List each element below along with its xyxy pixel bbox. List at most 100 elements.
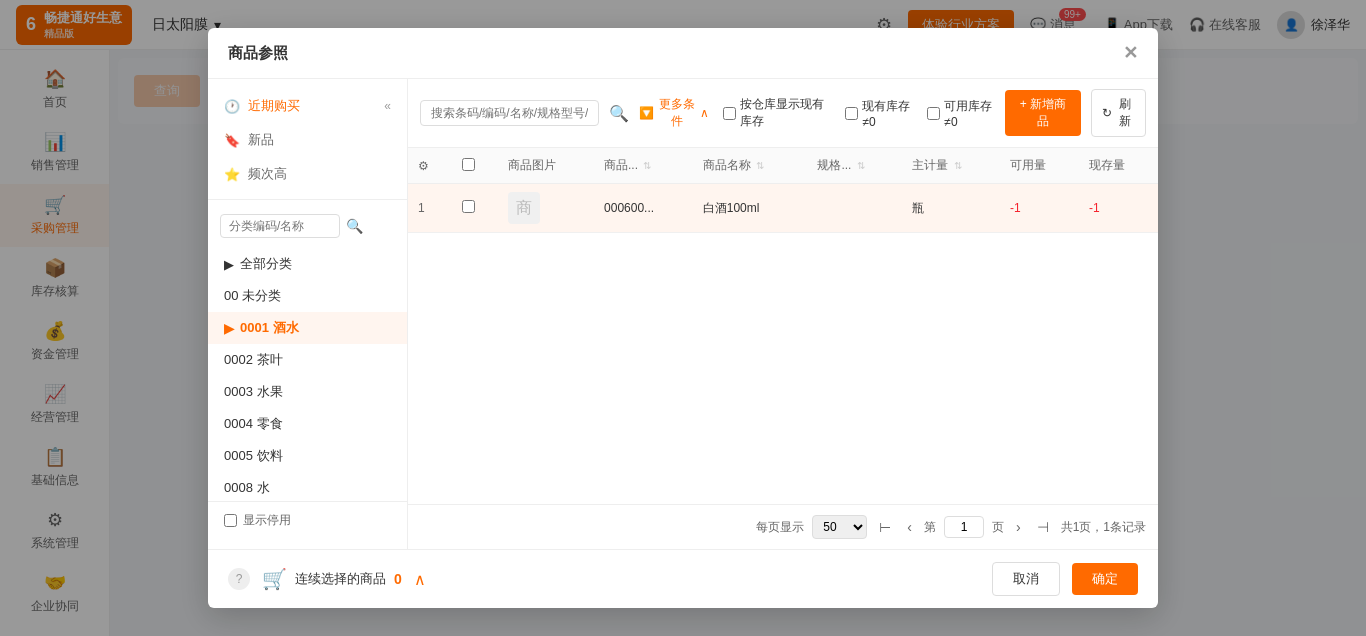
filter-checkboxes: 按仓库显示现有库存 现有库存≠0 可用库存≠0	[723, 96, 995, 130]
row-stock-cell: -1	[1079, 184, 1158, 233]
tree-label-0005: 0005 饮料	[224, 447, 283, 465]
category-search-icon[interactable]: 🔍	[346, 218, 363, 234]
page-label-end: 页	[992, 519, 1004, 536]
select-all-checkbox[interactable]	[462, 158, 475, 171]
col-stock: 现存量	[1079, 148, 1158, 184]
left-nav-frequent[interactable]: ⭐ 频次高	[208, 157, 407, 191]
table-row[interactable]: 1 商 000600... 白酒100ml 瓶	[408, 184, 1158, 233]
product-unit: 瓶	[912, 201, 924, 215]
modal-body: 🕐 近期购买 « 🔖 新品 ⭐ 频次高	[208, 79, 1158, 549]
filter-chevron-icon: ∧	[700, 106, 709, 120]
product-name: 白酒100ml	[703, 201, 760, 215]
category-search-input[interactable]	[220, 214, 340, 238]
product-code: 000600...	[604, 201, 654, 215]
refresh-btn-label: 刷新	[1116, 96, 1135, 130]
cancel-button[interactable]: 取消	[992, 562, 1060, 596]
left-nav-recent-label: 近期购买	[248, 97, 300, 115]
sort-icon-name: ⇅	[756, 160, 764, 171]
row-checkbox[interactable]	[462, 200, 475, 213]
row-check-cell[interactable]	[452, 184, 499, 233]
col-available: 可用量	[1000, 148, 1079, 184]
tree-label-all: 全部分类	[240, 255, 292, 273]
row-spec-cell	[807, 184, 902, 233]
product-search-input[interactable]	[420, 100, 599, 126]
display-disabled-checkbox[interactable]	[224, 514, 237, 527]
tree-item-0001[interactable]: ▶ 0001 酒水	[208, 312, 407, 344]
tree-item-0003[interactable]: 0003 水果	[208, 376, 407, 408]
col-spec-label: 规格...	[817, 158, 851, 172]
left-nav-new-label: 新品	[248, 131, 274, 149]
sort-icon-spec: ⇅	[857, 160, 865, 171]
divider	[208, 199, 407, 200]
filter-button[interactable]: 🔽 更多条件 ∧	[639, 96, 709, 130]
tree-arrow-all: ▶	[224, 257, 234, 272]
check-warehouse-input[interactable]	[723, 107, 736, 120]
first-page-btn[interactable]: ⊢	[875, 517, 895, 537]
pagination: 每页显示 50 10 20 100 ⊢ ‹ 第 页	[408, 504, 1158, 549]
cart-icon[interactable]: 🛒	[262, 567, 287, 591]
tree-item-0008[interactable]: 0008 水	[208, 472, 407, 501]
prev-page-btn[interactable]: ‹	[903, 517, 916, 537]
tree-item-0004[interactable]: 0004 零食	[208, 408, 407, 440]
tree-item-0005[interactable]: 0005 饮料	[208, 440, 407, 472]
check-available-nonzero-label: 可用库存≠0	[944, 98, 995, 129]
page-size-select[interactable]: 50 10 20 100	[812, 515, 867, 539]
product-stock: -1	[1089, 201, 1100, 215]
col-image: 商品图片	[498, 148, 594, 184]
category-tree: ▶ 全部分类 00 未分类 ▶ 0001 酒水 0002 茶	[208, 244, 407, 501]
row-num-cell: 1	[408, 184, 452, 233]
display-disabled-label: 显示停用	[243, 512, 291, 529]
check-warehouse-label: 按仓库显示现有库存	[740, 96, 831, 130]
left-nav-new[interactable]: 🔖 新品	[208, 123, 407, 157]
col-checkbox[interactable]	[452, 148, 499, 184]
tree-arrow-0001: ▶	[224, 321, 234, 336]
new-product-button[interactable]: + 新增商品	[1005, 90, 1080, 136]
col-unit[interactable]: 主计量 ⇅	[902, 148, 1000, 184]
row-code-cell: 000600...	[594, 184, 693, 233]
col-name[interactable]: 商品名称 ⇅	[693, 148, 808, 184]
col-name-label: 商品名称	[703, 158, 751, 172]
left-nav-frequent-label: 频次高	[248, 165, 287, 183]
cart-label: 连续选择的商品	[295, 570, 386, 588]
product-search-icon[interactable]: 🔍	[609, 104, 629, 123]
refresh-button[interactable]: ↻ 刷新	[1091, 89, 1146, 137]
col-settings[interactable]: ⚙	[408, 148, 452, 184]
check-warehouse[interactable]: 按仓库显示现有库存	[723, 96, 831, 130]
collapse-icon[interactable]: «	[384, 99, 391, 113]
product-available: -1	[1010, 201, 1021, 215]
product-toolbar: 🔍 🔽 更多条件 ∧ 按仓库显示现有库存	[408, 79, 1158, 148]
page-number-input[interactable]	[944, 516, 984, 538]
help-button[interactable]: ?	[228, 568, 250, 590]
modal-close-button[interactable]: ✕	[1123, 50, 1138, 64]
check-stock-nonzero[interactable]: 现有库存≠0	[845, 98, 913, 129]
page-size-label: 每页显示	[756, 519, 804, 536]
row-image-cell: 商	[498, 184, 594, 233]
left-nav-recent[interactable]: 🕐 近期购买 «	[208, 89, 407, 123]
tree-item-00[interactable]: 00 未分类	[208, 280, 407, 312]
product-reference-modal: 商品参照 ✕ 🕐 近期购买 « 🔖 新品	[208, 50, 1158, 608]
collapse-footer-icon[interactable]: ∧	[414, 570, 426, 589]
col-code[interactable]: 商品... ⇅	[594, 148, 693, 184]
cart-count: 0	[394, 571, 402, 587]
last-page-btn[interactable]: ⊣	[1033, 517, 1053, 537]
tree-label-0002: 0002 茶叶	[224, 351, 283, 369]
check-stock-nonzero-input[interactable]	[845, 107, 858, 120]
tree-item-0002[interactable]: 0002 茶叶	[208, 344, 407, 376]
display-disabled-section: 显示停用	[208, 501, 407, 539]
tree-label-0008: 0008 水	[224, 479, 270, 497]
tree-label-0001: 0001 酒水	[240, 319, 299, 337]
tree-item-all[interactable]: ▶ 全部分类	[208, 248, 407, 280]
confirm-button[interactable]: 确定	[1072, 563, 1138, 595]
row-available-cell: -1	[1000, 184, 1079, 233]
check-available-nonzero[interactable]: 可用库存≠0	[927, 98, 995, 129]
refresh-icon: ↻	[1102, 106, 1112, 120]
next-page-btn[interactable]: ›	[1012, 517, 1025, 537]
check-available-nonzero-input[interactable]	[927, 107, 940, 120]
right-panel: 🔍 🔽 更多条件 ∧ 按仓库显示现有库存	[408, 79, 1158, 549]
col-spec[interactable]: 规格... ⇅	[807, 148, 902, 184]
tree-label-0004: 0004 零食	[224, 415, 283, 433]
row-unit-cell: 瓶	[902, 184, 1000, 233]
tree-label-00: 00 未分类	[224, 287, 281, 305]
modal-overlay: 商品参照 ✕ 🕐 近期购买 « 🔖 新品	[110, 50, 1366, 636]
table-header-row: ⚙ 商品图片 商品... ⇅ 商品名称	[408, 148, 1158, 184]
